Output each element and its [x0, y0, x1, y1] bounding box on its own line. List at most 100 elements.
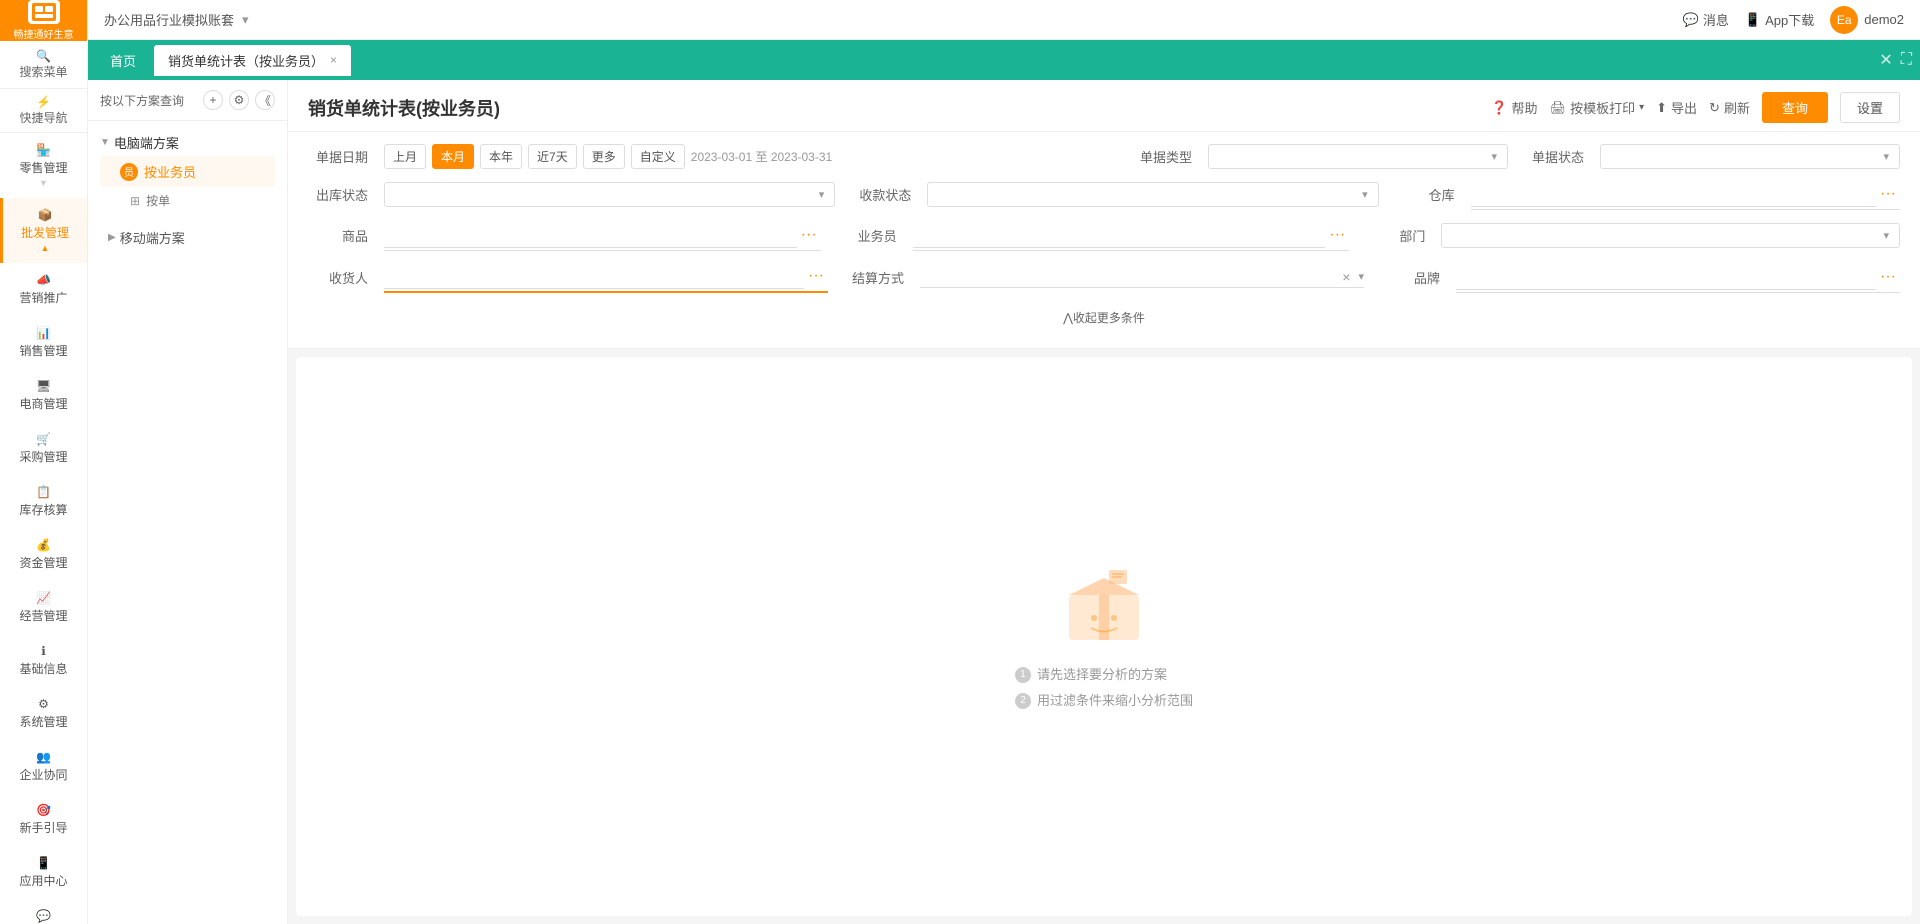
date-custom-button[interactable]: 自定义: [631, 144, 685, 169]
guide-icon: 🎯: [36, 803, 51, 817]
query-button[interactable]: 查询: [1762, 92, 1828, 123]
product-input[interactable]: [384, 222, 797, 248]
base-info-label: 基础信息: [19, 660, 67, 677]
page-content: 按以下方案查询 + ⚙ 《 ▼ 电脑端方案: [88, 80, 1920, 924]
scheme-by-salesperson[interactable]: 员 按业务员: [100, 156, 275, 187]
payment-status-select[interactable]: ▾: [927, 182, 1378, 207]
wholesale-arrow: ▲: [41, 243, 50, 253]
page-title: 销货单统计表(按业务员): [308, 95, 500, 121]
avatar: Ea: [1830, 6, 1858, 34]
print-button[interactable]: 🖨 按模板打印 ▾: [1550, 98, 1645, 117]
breadcrumb-dropdown-icon[interactable]: ▾: [242, 12, 249, 28]
app-download-button[interactable]: 📱 App下载: [1745, 10, 1814, 29]
sidebar-item-retail[interactable]: 🏪 零售管理 ▼: [0, 133, 87, 198]
date-this-year-button[interactable]: 本年: [480, 144, 522, 169]
tab-active[interactable]: 销货单统计表（按业务员） ×: [154, 45, 351, 76]
doc-status-select[interactable]: ▾: [1600, 144, 1900, 169]
date-more-button[interactable]: 更多: [583, 144, 625, 169]
collapse-filters-button[interactable]: ⋀ 收起更多条件: [308, 303, 1900, 332]
warehouse-input[interactable]: [1471, 181, 1876, 207]
sidebar-item-wholesale[interactable]: 📦 批发管理 ▲: [0, 198, 87, 263]
payment-method-label: 结算方式: [844, 268, 904, 287]
doc-status-arrow: ▾: [1883, 150, 1889, 163]
sidebar-item-inventory[interactable]: 📋 库存核算: [0, 475, 87, 528]
scheme-salesperson-icon: 员: [120, 163, 138, 181]
download-icon: 📱: [1745, 12, 1761, 28]
date-last-month-button[interactable]: 上月: [384, 144, 426, 169]
out-status-select[interactable]: ▾: [384, 182, 835, 207]
consignee-dots-button[interactable]: ···: [804, 267, 828, 285]
doc-status-label: 单据状态: [1524, 147, 1584, 166]
logo-text: 畅捷通好生意: [14, 26, 74, 41]
tab-maximize-button[interactable]: ⛶: [1901, 51, 1912, 69]
brand-input[interactable]: [1456, 264, 1876, 290]
desktop-scheme-group: ▼ 电脑端方案 员 按业务员 ⊞ 按单: [88, 121, 287, 222]
purchase-icon: 🛒: [36, 432, 51, 446]
guide-label: 新手引导: [19, 819, 67, 836]
user-info[interactable]: Ea demo2: [1830, 6, 1904, 34]
sidebar-item-collaboration[interactable]: 👥 企业协同: [0, 740, 87, 793]
right-panel: 销货单统计表(按业务员) ❓ 帮助 🖨 按模板打印 ▾ ⬆ 导出: [288, 80, 1920, 924]
operations-icon: 📈: [36, 591, 51, 605]
doc-type-arrow: ▾: [1491, 150, 1497, 163]
search-menu-item[interactable]: 🔍 搜索菜单: [0, 41, 87, 89]
desktop-scheme-title[interactable]: ▼ 电脑端方案: [100, 129, 275, 156]
warehouse-dots-button[interactable]: ···: [1876, 185, 1900, 203]
sidebar: 畅捷通好生意 🔍 搜索菜单 ⚡ 快捷导航 🏪 零售管理 ▼ 📦 批发管理 ▲ 📣…: [0, 0, 88, 924]
step-1-text: 请先选择要分析的方案: [1037, 662, 1167, 688]
quick-nav-item[interactable]: ⚡ 快捷导航: [0, 89, 87, 133]
left-panel-title: 按以下方案查询: [100, 92, 184, 109]
sidebar-item-wechat[interactable]: 💬 企业微信: [0, 899, 87, 924]
tab-close-button[interactable]: ×: [330, 53, 337, 67]
sidebar-item-operations[interactable]: 📈 经营管理: [0, 581, 87, 634]
sidebar-item-finance[interactable]: 💰 资金管理: [0, 528, 87, 581]
scheme-salesperson-label: 按业务员: [144, 162, 196, 181]
sidebar-item-sales[interactable]: 📊 销售管理: [0, 316, 87, 369]
mobile-scheme-group[interactable]: ▶ 移动端方案: [88, 222, 287, 253]
tab-home[interactable]: 首页: [96, 45, 150, 76]
scheme-by-order[interactable]: ⊞ 按单: [100, 187, 275, 214]
sidebar-item-marketing[interactable]: 📣 营销推广: [0, 263, 87, 316]
left-panel-header: 按以下方案查询 + ⚙ 《: [88, 80, 287, 121]
add-scheme-button[interactable]: +: [203, 90, 223, 110]
refresh-button[interactable]: ↻ 刷新: [1709, 98, 1750, 117]
edit-scheme-button[interactable]: ⚙: [229, 90, 249, 110]
left-panel: 按以下方案查询 + ⚙ 《 ▼ 电脑端方案: [88, 80, 288, 924]
wholesale-icon: 📦: [38, 208, 53, 222]
help-label: 帮助: [1512, 98, 1538, 117]
doc-type-select[interactable]: ▾: [1208, 144, 1508, 169]
logo-icon: [28, 0, 60, 24]
empty-step-2: 2 用过滤条件来缩小分析范围: [1015, 688, 1193, 714]
retail-icon: 🏪: [36, 143, 51, 157]
sidebar-item-app-center[interactable]: 📱 应用中心: [0, 846, 87, 899]
sidebar-item-base-info[interactable]: ℹ 基础信息: [0, 634, 87, 687]
product-dots-button[interactable]: ···: [797, 226, 821, 244]
brand-dots-button[interactable]: ···: [1876, 268, 1900, 286]
sidebar-item-guide[interactable]: 🎯 新手引导: [0, 793, 87, 846]
help-button[interactable]: ❓ 帮助: [1491, 98, 1537, 117]
logo[interactable]: 畅捷通好生意: [0, 0, 88, 41]
tab-close-all-button[interactable]: ✕: [1879, 50, 1892, 70]
system-icon: ⚙: [38, 697, 49, 711]
collapse-up-icon: ⋀: [1063, 311, 1073, 325]
inventory-label: 库存核算: [19, 501, 67, 518]
export-button[interactable]: ⬆ 导出: [1656, 98, 1697, 117]
department-select[interactable]: ▾: [1441, 223, 1900, 248]
date-7days-button[interactable]: 近7天: [528, 144, 577, 169]
salesperson-input[interactable]: [913, 222, 1326, 248]
page-title-bar: 销货单统计表(按业务员) ❓ 帮助 🖨 按模板打印 ▾ ⬆ 导出: [288, 80, 1920, 132]
finance-icon: 💰: [36, 538, 51, 552]
collapse-icon: 《: [259, 92, 271, 109]
collapse-panel-button[interactable]: 《: [255, 90, 275, 110]
consignee-input[interactable]: [384, 263, 804, 289]
salesperson-dots-button[interactable]: ···: [1325, 226, 1349, 244]
payment-method-clear-button[interactable]: ×: [1338, 269, 1354, 285]
settings-button[interactable]: 设置: [1840, 92, 1900, 123]
filter-row-2: 出库状态 ▾ 收款状态 ▾ 仓库 ···: [308, 179, 1900, 210]
date-this-month-button[interactable]: 本月: [432, 144, 474, 169]
sidebar-item-ecommerce[interactable]: 🖥 电商管理: [0, 369, 87, 422]
sales-label: 销售管理: [19, 342, 67, 359]
sidebar-item-purchase[interactable]: 🛒 采购管理: [0, 422, 87, 475]
sidebar-item-system[interactable]: ⚙ 系统管理: [0, 687, 87, 740]
message-button[interactable]: 💬 消息: [1683, 10, 1729, 29]
